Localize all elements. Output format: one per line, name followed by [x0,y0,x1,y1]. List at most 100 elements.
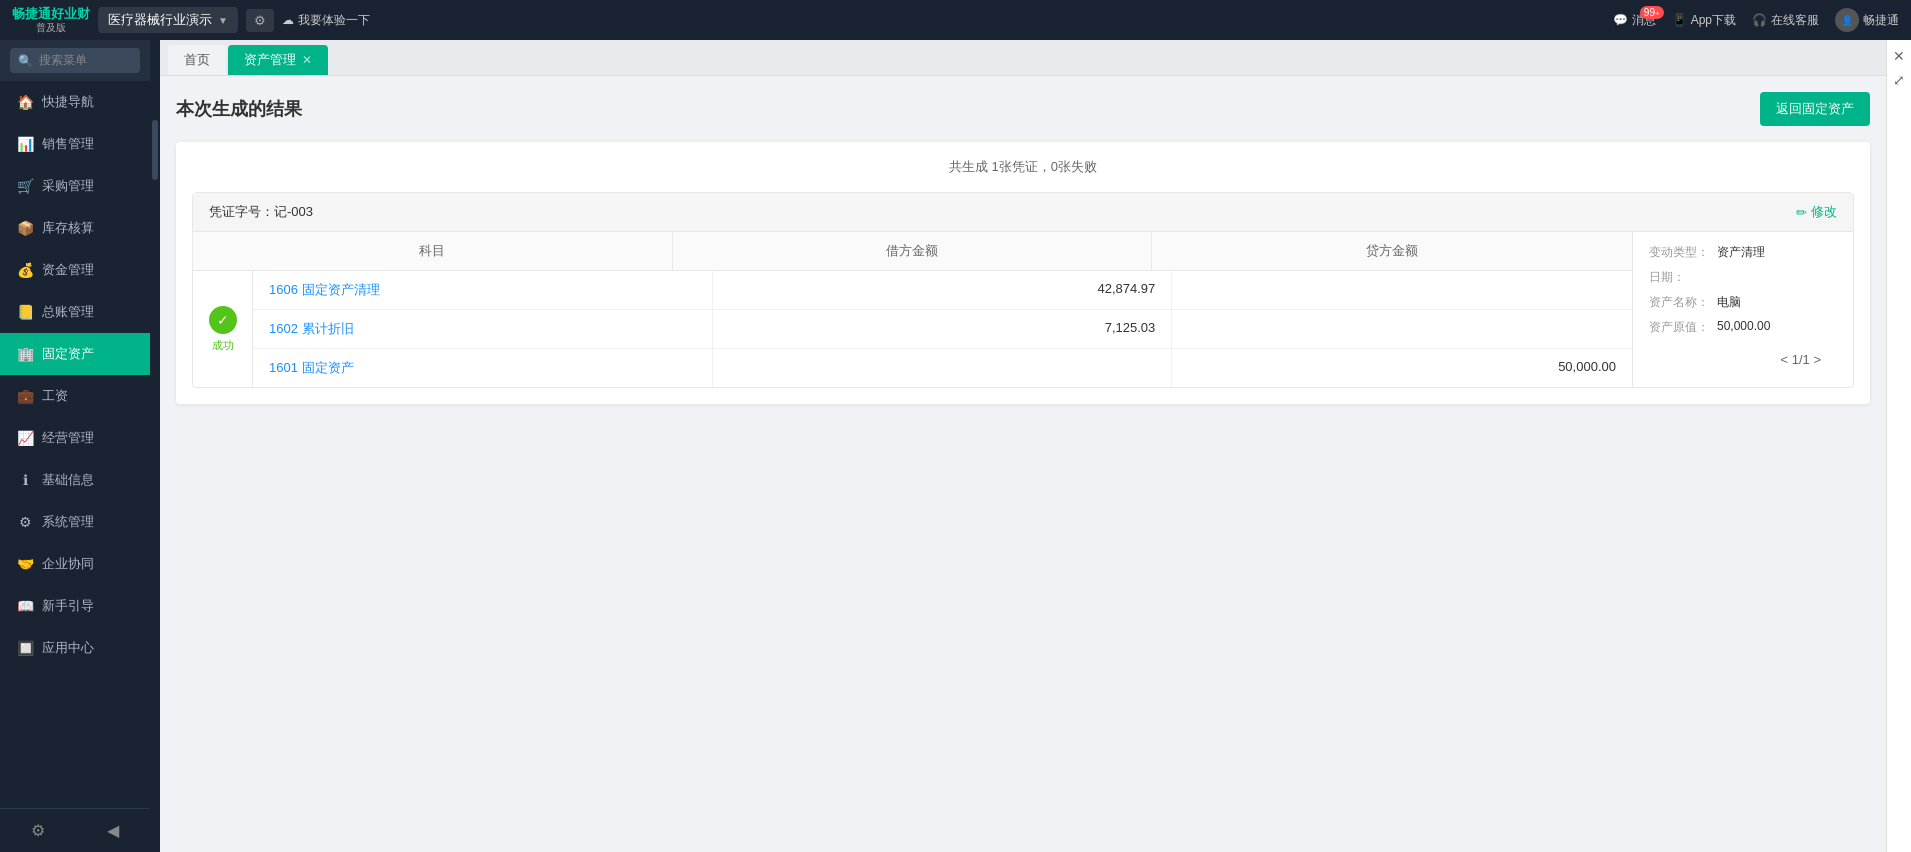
sidebar-item-label: 采购管理 [42,177,94,195]
subject-cell: 1606 固定资产清理 [253,271,713,309]
sidebar: 🔍 搜索菜单 🏠 快捷导航 📊 销售管理 🛒 采购管理 📦 库存核算 [0,40,150,852]
table-header: 科目 借方金额 贷方金额 [193,232,1632,271]
page-header: 本次生成的结果 返回固定资产 [176,92,1870,126]
home-icon: 🏠 [16,93,34,111]
data-rows: 1606 固定资产清理 42,874.97 1602 累计折旧 7,125.03 [253,271,1632,387]
logo-area: 畅捷通好业财 普及版 [12,6,90,34]
sidebar-item-ledger[interactable]: 📒 总账管理 [0,291,150,333]
sidebar-item-label: 总账管理 [42,303,94,321]
page-content: 本次生成的结果 返回固定资产 共生成 1张凭证，0张失败 凭证字号：记-003 … [160,76,1886,852]
edit-label: 修改 [1811,203,1837,221]
sidebar-item-label: 库存核算 [42,219,94,237]
result-panel: 共生成 1张凭证，0张失败 凭证字号：记-003 ✏ 修改 [176,142,1870,404]
sidebar-item-enterprise[interactable]: 🤝 企业协同 [0,543,150,585]
subject-cell: 1602 累计折旧 [253,310,713,348]
drawer-controls: ✕ ⤢ [1886,40,1911,852]
credit-cell [1172,271,1632,309]
experience-label: 我要体验一下 [298,12,370,29]
user-info[interactable]: 👤 畅捷通 [1835,8,1899,32]
company-selector[interactable]: 医疗器械行业演示 ▼ [98,7,238,33]
salary-icon: 💼 [16,387,34,405]
header-settings-button[interactable]: ⚙ [246,9,274,32]
enterprise-icon: 🤝 [16,555,34,573]
sidebar-item-salary[interactable]: 💼 工资 [0,375,150,417]
service-icon: 🎧 [1752,13,1767,27]
company-name: 医疗器械行业演示 [108,11,212,29]
chevron-down-icon: ▼ [218,15,228,26]
messages-button[interactable]: 💬 消息 99+ [1613,12,1656,29]
online-service-button[interactable]: 🎧 在线客服 [1752,12,1819,29]
guide-icon: 📖 [16,597,34,615]
voucher-table: 科目 借方金额 贷方金额 [193,232,1633,387]
inventory-icon: 📦 [16,219,34,237]
main-layout: 🔍 搜索菜单 🏠 快捷导航 📊 销售管理 🛒 采购管理 📦 库存核算 [0,40,1911,852]
edit-button[interactable]: ✏ 修改 [1796,203,1837,221]
close-drawer-button[interactable]: ✕ [1893,48,1905,64]
pagination-text[interactable]: < 1/1 > [1781,352,1821,367]
original-value-label: 资产原值： [1649,319,1709,336]
sidebar-item-guide[interactable]: 📖 新手引导 [0,585,150,627]
return-button[interactable]: 返回固定资产 [1760,92,1870,126]
app-download-button[interactable]: 📱 App下载 [1672,12,1736,29]
edit-icon: ✏ [1796,205,1807,220]
sidebar-item-funds[interactable]: 💰 资金管理 [0,249,150,291]
logo-subtitle: 普及版 [36,22,66,34]
header-left: 畅捷通好业财 普及版 医疗器械行业演示 ▼ ⚙ ☁ 我要体验一下 [12,6,370,34]
voucher-body: 科目 借方金额 贷方金额 [193,232,1853,387]
sidebar-scrollbar[interactable] [150,40,160,852]
table-row: 1601 固定资产 50,000.00 [253,349,1632,387]
app-center-icon: 🔲 [16,639,34,657]
date-label: 日期： [1649,269,1685,286]
change-type-label: 变动类型： [1649,244,1709,261]
sidebar-item-label: 经营管理 [42,429,94,447]
sidebar-collapse-button[interactable]: ◀ [99,817,127,844]
avatar: 👤 [1835,8,1859,32]
table-data-area: ✓ 成功 1606 固定资产清理 42,874.97 [193,271,1632,387]
tab-close-icon[interactable]: ✕ [302,53,312,67]
voucher-block: 凭证字号：记-003 ✏ 修改 科目 [192,192,1854,388]
tab-asset-mgmt-label: 资产管理 [244,51,296,69]
sidebar-item-label: 基础信息 [42,471,94,489]
search-icon: 🔍 [18,54,33,68]
app-download-label: App下载 [1691,12,1736,29]
sidebar-item-label: 固定资产 [42,345,94,363]
sidebar-settings-button[interactable]: ⚙ [23,817,53,844]
sidebar-item-quick-nav[interactable]: 🏠 快捷导航 [0,81,150,123]
original-value-row: 资产原值： 50,000.00 [1649,319,1837,336]
ledger-icon: 📒 [16,303,34,321]
content-area: 首页 资产管理 ✕ 本次生成的结果 返回固定资产 共生成 1张凭证，0张失败 凭… [160,40,1886,852]
sidebar-item-app-center[interactable]: 🔲 应用中心 [0,627,150,669]
experience-button[interactable]: ☁ 我要体验一下 [282,12,370,29]
sidebar-item-operations[interactable]: 📈 经营管理 [0,417,150,459]
sidebar-item-inventory[interactable]: 📦 库存核算 [0,207,150,249]
tab-home[interactable]: 首页 [168,45,226,75]
expand-drawer-button[interactable]: ⤢ [1893,72,1905,88]
sidebar-item-basic-info[interactable]: ℹ 基础信息 [0,459,150,501]
sidebar-item-label: 销售管理 [42,135,94,153]
success-icon: ✓ [209,306,237,334]
sidebar-item-label: 资金管理 [42,261,94,279]
funds-icon: 💰 [16,261,34,279]
basic-info-icon: ℹ [16,471,34,489]
system-icon: ⚙ [16,513,34,531]
sidebar-item-label: 新手引导 [42,597,94,615]
user-name: 畅捷通 [1863,12,1899,29]
sidebar-item-purchase[interactable]: 🛒 采购管理 [0,165,150,207]
sidebar-search[interactable]: 🔍 搜索菜单 [0,40,150,81]
pagination[interactable]: < 1/1 > [1649,344,1837,375]
sidebar-item-system[interactable]: ⚙ 系统管理 [0,501,150,543]
sidebar-item-fixed-assets[interactable]: 🏢 固定资产 [0,333,150,375]
original-value-value: 50,000.00 [1717,319,1770,336]
search-input-area[interactable]: 🔍 搜索菜单 [10,48,140,73]
sidebar-item-sales[interactable]: 📊 销售管理 [0,123,150,165]
tab-asset-mgmt[interactable]: 资产管理 ✕ [228,45,328,75]
credit-cell: 50,000.00 [1172,349,1632,387]
gear-icon: ⚙ [254,13,266,28]
status-column: ✓ 成功 [193,271,253,387]
sidebar-item-label: 工资 [42,387,68,405]
table-row: 1602 累计折旧 7,125.03 [253,310,1632,349]
voucher-number: 凭证字号：记-003 [209,203,313,221]
header-right: 💬 消息 99+ 📱 App下载 🎧 在线客服 👤 畅捷通 [1613,8,1899,32]
messages-badge: 99+ [1640,6,1664,19]
result-summary: 共生成 1张凭证，0张失败 [192,158,1854,176]
